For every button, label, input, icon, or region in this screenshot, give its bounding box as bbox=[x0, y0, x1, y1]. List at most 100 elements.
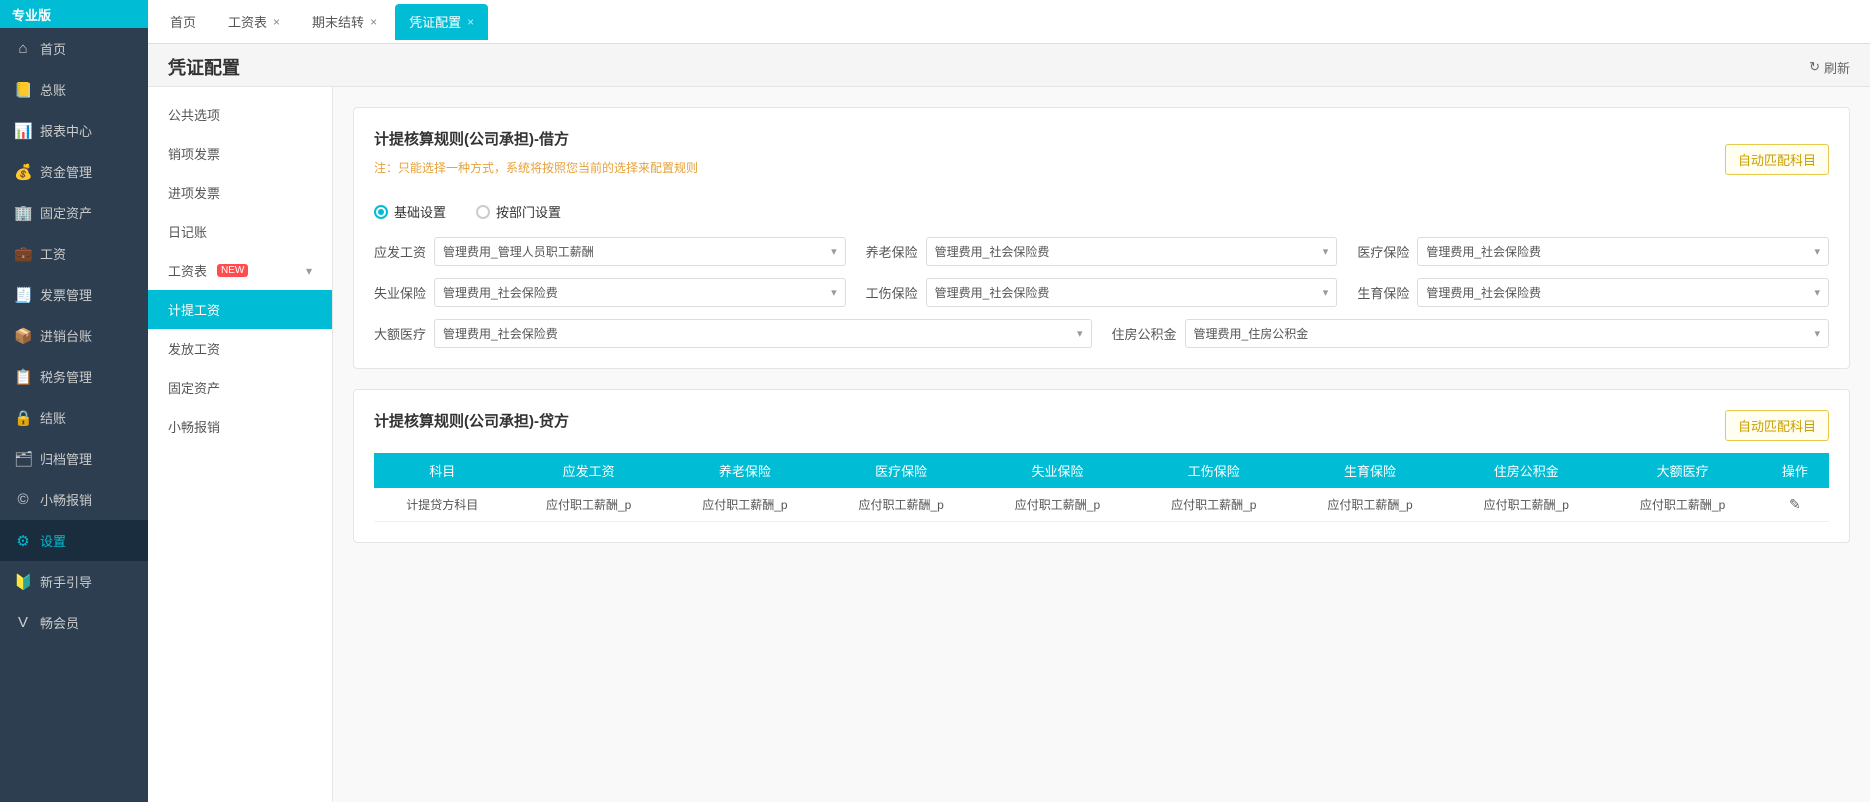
tab-home[interactable]: 首页 bbox=[156, 4, 210, 40]
select-gongjijin[interactable]: 管理费用_住房公积金 ▾ bbox=[1185, 319, 1829, 348]
sub-nav-public[interactable]: 公共选项 bbox=[148, 95, 332, 134]
label-yfgz: 应发工资 bbox=[374, 242, 426, 261]
cell-subject: 计提贷方科目 bbox=[374, 488, 510, 522]
sidebar-item-label: 结账 bbox=[40, 408, 66, 427]
credit-auto-match-button[interactable]: 自动匹配科目 bbox=[1725, 410, 1829, 441]
sidebar-item-settings[interactable]: ⚙ 设置 bbox=[0, 520, 148, 561]
cell-shiye: 应付职工薪酬_p bbox=[979, 488, 1135, 522]
debit-section: 计提核算规则(公司承担)-借方 注：只能选择一种方式，系统将按照您当前的选择来配… bbox=[353, 107, 1850, 369]
label-yanglao: 养老保险 bbox=[866, 242, 918, 261]
radio-basic-setting[interactable]: 基础设置 bbox=[374, 202, 446, 221]
field-yiliao: 医疗保险 管理费用_社会保险费 ▾ bbox=[1357, 237, 1829, 266]
sidebar-item-home[interactable]: ⌂ 首页 bbox=[0, 28, 148, 69]
credit-section: 计提核算规则(公司承担)-贷方 自动匹配科目 科目 应发工资 养老保险 医疗保险… bbox=[353, 389, 1850, 543]
sidebar-item-label: 总账 bbox=[40, 80, 66, 99]
sidebar-item-invoice[interactable]: 🧾 发票管理 bbox=[0, 274, 148, 315]
app-edition: 专业版 bbox=[12, 5, 51, 24]
chevron-down-icon: ▾ bbox=[1323, 245, 1329, 258]
content-area: 公共选项 销项发票 进项发票 日记账 工资表 NEW ▾ 计提工资 发放工资 bbox=[148, 87, 1870, 802]
right-content: 计提核算规则(公司承担)-借方 注：只能选择一种方式，系统将按照您当前的选择来配… bbox=[333, 87, 1870, 802]
page-title: 凭证配置 bbox=[168, 54, 240, 80]
field-shiye: 失业保险 管理费用_社会保险费 ▾ bbox=[374, 278, 846, 307]
tab-voucher-config[interactable]: 凭证配置 × bbox=[395, 4, 488, 40]
col-shiye: 失业保险 bbox=[979, 453, 1135, 488]
debit-header-row: 计提核算规则(公司承担)-借方 注：只能选择一种方式，系统将按照您当前的选择来配… bbox=[374, 128, 1829, 190]
sidebar-item-tax[interactable]: 📋 税务管理 bbox=[0, 356, 148, 397]
sub-nav-journal[interactable]: 日记账 bbox=[148, 212, 332, 251]
select-shengyu[interactable]: 管理费用_社会保险费 ▾ bbox=[1417, 278, 1829, 307]
sidebar-item-stock[interactable]: 📦 进销台账 bbox=[0, 315, 148, 356]
sub-nav-xiaochang[interactable]: 小畅报销 bbox=[148, 407, 332, 446]
chevron-down-icon: ▾ bbox=[831, 286, 837, 299]
sub-nav-pay-label: 发放工资 bbox=[168, 339, 220, 358]
select-gongshang[interactable]: 管理费用_社会保险费 ▾ bbox=[926, 278, 1338, 307]
tab-period-close-btn[interactable]: × bbox=[370, 15, 377, 29]
sidebar-item-archive[interactable]: 🗂 归档管理 bbox=[0, 438, 148, 479]
home-icon: ⌂ bbox=[14, 40, 32, 57]
sidebar-item-label: 工资 bbox=[40, 244, 66, 263]
sidebar-item-reports[interactable]: 📊 报表中心 bbox=[0, 110, 148, 151]
sub-nav-xiaochang-label: 小畅报销 bbox=[168, 417, 220, 436]
chevron-down-icon: ▾ bbox=[1323, 286, 1329, 299]
col-yanglao: 养老保险 bbox=[667, 453, 823, 488]
label-gongjijin: 住房公积金 bbox=[1112, 324, 1177, 343]
sub-nav-calc-label: 计提工资 bbox=[168, 300, 220, 319]
sidebar-item-xiaochang[interactable]: © 小畅报销 bbox=[0, 479, 148, 520]
tab-payroll-close[interactable]: × bbox=[273, 15, 280, 29]
select-yiliao[interactable]: 管理费用_社会保险费 ▾ bbox=[1417, 237, 1829, 266]
sidebar-item-assets[interactable]: 🏢 固定资产 bbox=[0, 192, 148, 233]
tab-home-label: 首页 bbox=[170, 12, 196, 31]
credit-header-row: 计提核算规则(公司承担)-贷方 自动匹配科目 bbox=[374, 410, 1829, 441]
tab-payroll-label: 工资表 bbox=[228, 12, 267, 31]
radio-dept-label: 按部门设置 bbox=[496, 202, 561, 221]
cell-gongshang: 应付职工薪酬_p bbox=[1136, 488, 1292, 522]
sub-nav-purchase-label: 进项发票 bbox=[168, 183, 220, 202]
sidebar-item-close[interactable]: 🔒 结账 bbox=[0, 397, 148, 438]
chevron-down-icon: ▾ bbox=[1077, 327, 1083, 340]
select-daeyliao-value: 管理费用_社会保险费 bbox=[443, 325, 558, 342]
sub-nav-payroll-table[interactable]: 工资表 NEW ▾ bbox=[148, 251, 332, 290]
sidebar-item-member[interactable]: V 畅会员 bbox=[0, 602, 148, 643]
table-row: 计提贷方科目 应付职工薪酬_p 应付职工薪酬_p 应付职工薪酬_p 应付职工薪酬… bbox=[374, 488, 1829, 522]
cell-action[interactable]: ✎ bbox=[1761, 488, 1829, 522]
sidebar-item-label: 发票管理 bbox=[40, 285, 92, 304]
sidebar-item-ledger[interactable]: 📒 总账 bbox=[0, 69, 148, 110]
radio-dept-setting[interactable]: 按部门设置 bbox=[476, 202, 561, 221]
cell-yanglao: 应付职工薪酬_p bbox=[667, 488, 823, 522]
select-daeyliao[interactable]: 管理费用_社会保险费 ▾ bbox=[434, 319, 1091, 348]
debit-auto-match-button[interactable]: 自动匹配科目 bbox=[1725, 144, 1829, 175]
tax-icon: 📋 bbox=[14, 368, 32, 386]
tab-period-close[interactable]: 期末结转 × bbox=[298, 4, 391, 40]
select-yanglao-value: 管理费用_社会保险费 bbox=[935, 243, 1050, 260]
sub-nav-pay-salary[interactable]: 发放工资 bbox=[148, 329, 332, 368]
salary-icon: 💼 bbox=[14, 245, 32, 263]
select-yfgz-value: 管理费用_管理人员职工薪酬 bbox=[443, 243, 594, 260]
edit-icon[interactable]: ✎ bbox=[1789, 496, 1801, 512]
sidebar-item-salary[interactable]: 💼 工资 bbox=[0, 233, 148, 274]
sidebar-item-label: 进销台账 bbox=[40, 326, 92, 345]
col-shengyu: 生育保险 bbox=[1292, 453, 1448, 488]
field-shengyu: 生育保险 管理费用_社会保险费 ▾ bbox=[1357, 278, 1829, 307]
sub-nav-purchase-invoice[interactable]: 进项发票 bbox=[148, 173, 332, 212]
debit-section-note: 注：只能选择一种方式，系统将按照您当前的选择来配置规则 bbox=[374, 159, 698, 176]
sidebar-item-guide[interactable]: 🔰 新手引导 bbox=[0, 561, 148, 602]
sub-nav-fixed-assets[interactable]: 固定资产 bbox=[148, 368, 332, 407]
invoice-icon: 🧾 bbox=[14, 286, 32, 304]
tabs-bar: 首页 工资表 × 期末结转 × 凭证配置 × bbox=[148, 0, 1870, 44]
sub-nav-payroll-table-label: 工资表 bbox=[168, 261, 207, 280]
chevron-down-icon: ▾ bbox=[831, 245, 837, 258]
select-yanglao[interactable]: 管理费用_社会保险费 ▾ bbox=[926, 237, 1338, 266]
tab-payroll[interactable]: 工资表 × bbox=[214, 4, 294, 40]
radio-dept-indicator bbox=[476, 205, 490, 219]
sub-nav-sales-invoice[interactable]: 销项发票 bbox=[148, 134, 332, 173]
tab-voucher-close[interactable]: × bbox=[467, 15, 474, 29]
select-yfgz[interactable]: 管理费用_管理人员职工薪酬 ▾ bbox=[434, 237, 846, 266]
sub-nav-public-label: 公共选项 bbox=[168, 105, 220, 124]
close-account-icon: 🔒 bbox=[14, 409, 32, 427]
select-shiye[interactable]: 管理费用_社会保险费 ▾ bbox=[434, 278, 846, 307]
refresh-icon: ↻ bbox=[1809, 59, 1820, 75]
refresh-button[interactable]: ↻ 刷新 bbox=[1809, 58, 1850, 77]
sidebar-item-funds[interactable]: 💰 资金管理 bbox=[0, 151, 148, 192]
settings-icon: ⚙ bbox=[14, 532, 32, 550]
sub-nav-calc-salary[interactable]: 计提工资 bbox=[148, 290, 332, 329]
